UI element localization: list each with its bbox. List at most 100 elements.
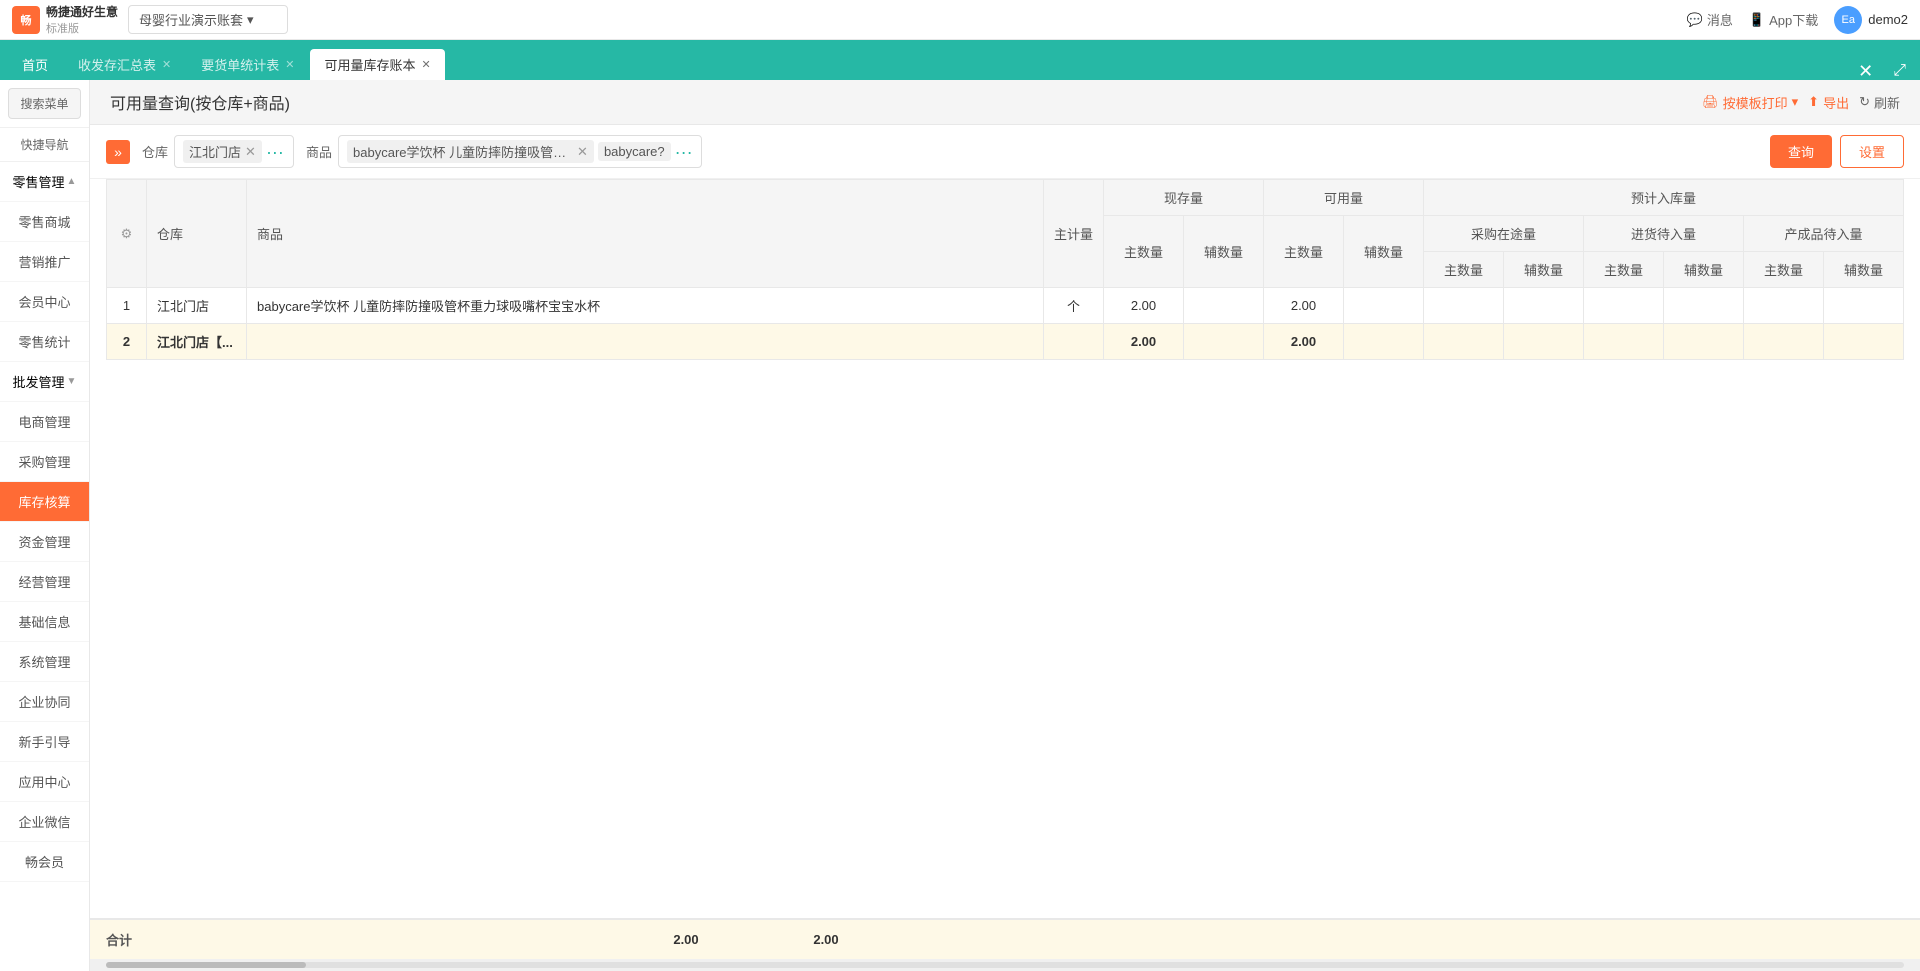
tab-available-stock[interactable]: 可用量库存账本 ✕ [310,49,444,80]
row1-incoming-aux [1664,288,1744,324]
filter-expand-btn[interactable]: » [106,140,130,164]
col-purchase-group-header: 采购在途量 [1424,216,1584,252]
page-header: 可用量查询(按仓库+商品) 🖨 按模板打印 ▾ ⬆ 导出 ↻ 刷新 [90,80,1920,125]
sidebar-item-new-guide[interactable]: 新手引导 [0,722,89,762]
product-tag-2: babycare? [598,142,671,161]
tab-home[interactable]: 首页 [8,49,62,80]
table-row: 2 江北门店【... 2.00 2.00 [107,324,1904,360]
scrollbar-track [106,962,1904,968]
sidebar-item-marketing[interactable]: 营销推广 [0,242,89,282]
remove-warehouse-tag-btn[interactable]: ✕ [245,144,256,160]
sidebar-item-label: 零售商城 [18,212,70,231]
col-stock-group-header: 现存量 [1104,180,1264,216]
message-btn[interactable]: 💬 消息 [1687,10,1733,29]
nav-tabs: 首页 收发存汇总表 ✕ 要货单统计表 ✕ 可用量库存账本 ✕ ✕ ⤢ [0,40,1920,80]
col-incoming-main-header: 主数量 [1584,252,1664,288]
chevron-down-icon: ▾ [1792,94,1799,110]
table-container: ⚙ 仓库 商品 主计量 现存量 可用量 预计入库量 主数量 辅数量 主数量 辅数… [90,179,1920,918]
print-icon: 🖨 [1702,94,1719,110]
sidebar-item-app-center[interactable]: 应用中心 [0,762,89,802]
chevron-icon: ▼ [67,376,77,387]
col-gear: ⚙ [107,180,147,288]
remove-product-tag1-btn[interactable]: ✕ [577,144,588,160]
app-download-btn[interactable]: 📱 App下载 [1749,10,1818,29]
refresh-icon: ↻ [1859,94,1870,110]
filter-actions: 查询 设置 [1770,135,1904,168]
sidebar-search-btn[interactable]: 搜索菜单 [8,88,81,119]
row2-incoming-aux [1664,324,1744,360]
footer-label: 合计 [106,930,226,949]
content-area: 可用量查询(按仓库+商品) 🖨 按模板打印 ▾ ⬆ 导出 ↻ 刷新 » [90,80,1920,971]
col-product-header: 商品 [247,180,1044,288]
gear-icon[interactable]: ⚙ [121,226,133,241]
product-input[interactable]: babycare学饮杯 儿童防摔防撞吸管杯重力球吸嘴杯宝宝水杯 ✕ babyca… [338,135,702,168]
sidebar-item-retail-mall[interactable]: 零售商城 [0,202,89,242]
sidebar-item-wholesale-mgmt[interactable]: 批发管理 ▼ [0,362,89,402]
col-production-aux-header: 辅数量 [1824,252,1904,288]
footer-stock-main-val: 2.00 [646,932,726,947]
industry-selector[interactable]: 母婴行业演示账套 ▾ [128,5,288,34]
sidebar-item-purchase-mgmt[interactable]: 采购管理 [0,442,89,482]
sidebar-item-base-info[interactable]: 基础信息 [0,602,89,642]
warehouse-more-btn[interactable]: ··· [266,143,284,161]
sidebar-quick-nav[interactable]: 快捷导航 [0,128,89,162]
sidebar-item-member-center[interactable]: 会员中心 [0,282,89,322]
row2-purchase-aux [1504,324,1584,360]
tab-requisition-stat[interactable]: 要货单统计表 ✕ [187,49,308,80]
row1-stock-aux [1184,288,1264,324]
sidebar-item-label: 零售统计 [18,332,70,351]
brand-name: 畅捷通好生意 标准版 [46,3,118,36]
sidebar-item-system-mgmt[interactable]: 系统管理 [0,642,89,682]
sidebar-item-label: 营销推广 [18,252,70,271]
col-production-group-header: 产成品待入量 [1744,216,1904,252]
sidebar-item-operations[interactable]: 经营管理 [0,562,89,602]
sidebar-item-vip-member[interactable]: 畅会员 [0,842,89,882]
row1-unit: 个 [1043,288,1103,324]
warehouse-input[interactable]: 江北门店 ✕ ··· [174,135,294,168]
sidebar-item-ecommerce[interactable]: 电商管理 [0,402,89,442]
row1-incoming-main [1584,288,1664,324]
row2-unit [1043,324,1103,360]
query-btn[interactable]: 查询 [1770,135,1832,168]
user-name: demo2 [1868,12,1908,27]
export-btn[interactable]: ⬆ 导出 [1808,93,1849,112]
row1-no: 1 [107,288,147,324]
row1-production-main [1744,288,1824,324]
col-stock-main-header: 主数量 [1104,216,1184,288]
row2-incoming-main [1584,324,1664,360]
product-more-btn[interactable]: ··· [675,143,693,161]
user-area[interactable]: Ea demo2 [1834,6,1908,34]
chevron-down-icon: ▾ [247,12,254,28]
close-income-summary-icon[interactable]: ✕ [162,58,171,71]
filter-product-group: 商品 babycare学饮杯 儿童防摔防撞吸管杯重力球吸嘴杯宝宝水杯 ✕ bab… [306,135,702,168]
sidebar-item-finance[interactable]: 资金管理 [0,522,89,562]
sidebar-item-label: 经营管理 [18,572,70,591]
close-available-stock-icon[interactable]: ✕ [422,58,431,71]
page-title: 可用量查询(按仓库+商品) [110,90,290,114]
sidebar-item-retail-mgmt[interactable]: 零售管理 ▲ [0,162,89,202]
sidebar-item-enterprise-wechat[interactable]: 企业微信 [0,802,89,842]
print-btn[interactable]: 🖨 按模板打印 ▾ [1702,93,1798,112]
close-requisition-stat-icon[interactable]: ✕ [285,58,294,71]
row1-available-aux [1344,288,1424,324]
scrollbar-thumb[interactable] [106,962,306,968]
brand-icon: 畅 [12,6,40,34]
row1-stock-main: 2.00 [1104,288,1184,324]
row2-purchase-main [1424,324,1504,360]
tab-income-summary[interactable]: 收发存汇总表 ✕ [64,49,185,80]
sidebar-item-inventory[interactable]: 库存核算 [0,482,89,522]
sidebar-item-label: 企业微信 [18,812,70,831]
bottom-scrollbar[interactable] [90,959,1920,971]
sidebar-item-retail-stats[interactable]: 零售统计 [0,322,89,362]
sidebar-item-label: 库存核算 [18,492,70,511]
row1-warehouse: 江北门店 [147,288,247,324]
refresh-btn[interactable]: ↻ 刷新 [1859,93,1900,112]
top-bar-right: 💬 消息 📱 App下载 Ea demo2 [1687,6,1908,34]
setting-btn[interactable]: 设置 [1840,135,1904,168]
close-all-tabs-btn[interactable]: ✕ [1850,62,1881,80]
col-available-main-header: 主数量 [1264,216,1344,288]
expand-icon[interactable]: ⤢ [1887,62,1912,80]
top-bar: 畅 畅捷通好生意 标准版 母婴行业演示账套 ▾ 💬 消息 📱 App下载 Ea … [0,0,1920,40]
row2-production-main [1744,324,1824,360]
sidebar-item-enterprise-coop[interactable]: 企业协同 [0,682,89,722]
